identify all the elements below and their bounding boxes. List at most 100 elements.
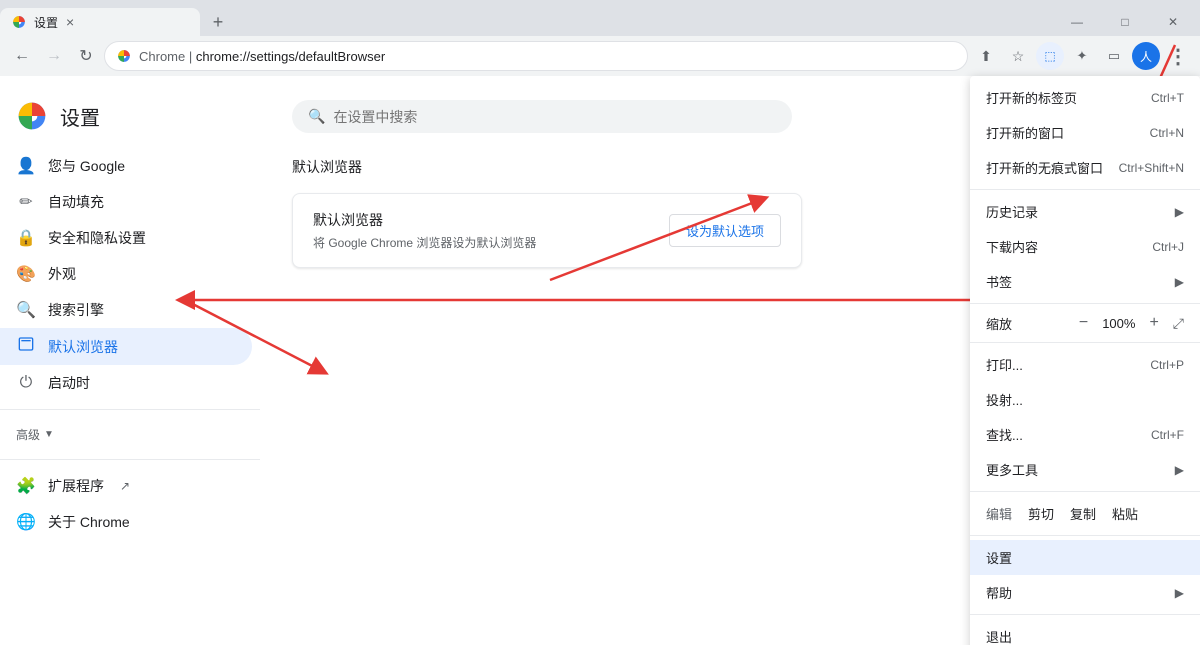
site-favicon <box>117 49 131 63</box>
sidebar-item-autofill[interactable]: ✏ 自动填充 <box>0 184 252 220</box>
menu-item-cast[interactable]: 投射... <box>970 382 1200 417</box>
search-input[interactable] <box>333 109 776 125</box>
paste-button[interactable]: 粘贴 <box>1112 504 1138 523</box>
new-window-label: 打开新的窗口 <box>986 123 1064 142</box>
sidebar-item-privacy[interactable]: 🔒 安全和隐私设置 <box>0 220 252 256</box>
sidebar-item-default-browser[interactable]: 默认浏览器 <box>0 328 252 365</box>
card-title: 默认浏览器 <box>313 210 536 230</box>
print-shortcut: Ctrl+P <box>1150 358 1184 372</box>
sidebar-item-search[interactable]: 🔍 搜索引擎 <box>0 292 252 328</box>
chevron-down-icon: ▼ <box>44 429 54 440</box>
menu-item-find[interactable]: 查找... Ctrl+F <box>970 417 1200 452</box>
menu-item-history[interactable]: 历史记录 ▶ <box>970 194 1200 229</box>
refresh-button[interactable]: ↻ <box>72 42 100 70</box>
bookmark-icon: ☆ <box>1012 48 1025 65</box>
menu-button[interactable]: ⋮ <box>1164 42 1192 70</box>
sidebar-header: 设置 <box>0 92 260 148</box>
minimize-button[interactable]: — <box>1054 8 1100 36</box>
profile-nav-icon: 👤 <box>16 156 36 176</box>
back-icon: ← <box>14 47 30 65</box>
startup-icon: ⏻ <box>16 374 36 392</box>
zoom-expand-icon[interactable]: ⤢ <box>1173 315 1184 332</box>
zoom-in-button[interactable]: + <box>1143 312 1164 334</box>
copy-button[interactable]: 复制 <box>1070 504 1096 523</box>
menu-item-edit-row: 编辑 剪切 复制 粘贴 <box>970 496 1200 531</box>
bookmarks-label: 书签 <box>986 272 1012 291</box>
sidebar-item-label-profile: 您与 Google <box>48 156 125 176</box>
menu-divider-3 <box>970 342 1200 343</box>
back-button[interactable]: ← <box>8 42 36 70</box>
tab-title: 设置 <box>34 14 58 31</box>
cast-label: 投射... <box>986 390 1023 409</box>
sidebar-item-label-autofill: 自动填充 <box>48 192 104 212</box>
appearance-icon: 🎨 <box>16 264 36 284</box>
sidebar-item-about[interactable]: 🌐 关于 Chrome <box>0 504 260 540</box>
extensions-label: 扩展程序 <box>48 476 104 496</box>
forward-button[interactable]: → <box>40 42 68 70</box>
close-window-button[interactable]: ✕ <box>1150 8 1196 36</box>
tab-close-button[interactable]: × <box>66 14 74 30</box>
exit-label: 退出 <box>986 627 1012 645</box>
menu-item-new-tab[interactable]: 打开新的标签页 Ctrl+T <box>970 80 1200 115</box>
history-label: 历史记录 <box>986 202 1038 221</box>
maximize-button[interactable]: □ <box>1102 8 1148 36</box>
sidebar-item-appearance[interactable]: 🎨 外观 <box>0 256 252 292</box>
sidebar-item-label-appearance: 外观 <box>48 264 76 284</box>
sidebar-item-profile[interactable]: 👤 您与 Google <box>0 148 252 184</box>
menu-item-more-tools[interactable]: 更多工具 ▶ <box>970 452 1200 487</box>
find-shortcut: Ctrl+F <box>1151 428 1184 442</box>
menu-item-settings[interactable]: 设置 <box>970 540 1200 575</box>
privacy-icon: 🔒 <box>16 228 36 248</box>
sidebar-toggle-button[interactable]: ▭ <box>1100 42 1128 70</box>
zoom-label: 缩放 <box>986 314 1012 333</box>
new-tab-button[interactable]: + <box>204 8 232 36</box>
set-default-button[interactable]: 设为默认选项 <box>669 214 781 247</box>
cut-button[interactable]: 剪切 <box>1028 504 1054 523</box>
puzzle-icon: ✦ <box>1077 48 1088 64</box>
menu-item-help[interactable]: 帮助 ▶ <box>970 575 1200 610</box>
menu-item-exit[interactable]: 退出 <box>970 619 1200 645</box>
forward-icon: → <box>46 47 62 65</box>
sidebar-item-extensions[interactable]: 🧩 扩展程序 ↗ <box>0 468 260 504</box>
new-tab-shortcut: Ctrl+T <box>1151 91 1184 105</box>
menu-item-downloads[interactable]: 下载内容 Ctrl+J <box>970 229 1200 264</box>
menu-item-new-window[interactable]: 打开新的窗口 Ctrl+N <box>970 115 1200 150</box>
address-text: Chrome | chrome://settings/defaultBrowse… <box>139 49 385 64</box>
menu-item-bookmarks[interactable]: 书签 ▶ <box>970 264 1200 299</box>
about-icon: 🌐 <box>16 512 36 532</box>
sidebar-title: 设置 <box>60 102 100 131</box>
chrome-logo <box>16 100 48 132</box>
card-desc: 将 Google Chrome 浏览器设为默认浏览器 <box>313 234 536 251</box>
sidebar-divider <box>0 409 260 410</box>
context-menu: 打开新的标签页 Ctrl+T 打开新的窗口 Ctrl+N 打开新的无痕式窗口 C… <box>970 76 1200 645</box>
sidebar-advanced[interactable]: 高级 ▼ <box>0 418 260 451</box>
extension-button-2[interactable]: ✦ <box>1068 42 1096 70</box>
incognito-label: 打开新的无痕式窗口 <box>986 158 1103 177</box>
sidebar-divider-2 <box>0 459 260 460</box>
zoom-value: 100% <box>1102 316 1135 331</box>
external-link-icon: ↗ <box>120 479 130 493</box>
autofill-icon: ✏ <box>16 192 36 212</box>
extension-button-1[interactable]: ⬚ <box>1036 42 1064 70</box>
minimize-icon: — <box>1071 15 1083 29</box>
search-bar[interactable]: 🔍 <box>292 100 792 133</box>
address-bar[interactable]: Chrome | chrome://settings/defaultBrowse… <box>104 41 968 71</box>
zoom-out-button[interactable]: − <box>1073 312 1094 334</box>
advanced-label: 高级 <box>16 426 40 443</box>
menu-item-incognito[interactable]: 打开新的无痕式窗口 Ctrl+Shift+N <box>970 150 1200 185</box>
menu-divider-6 <box>970 614 1200 615</box>
sidebar-item-label-startup: 启动时 <box>48 373 90 393</box>
help-label: 帮助 <box>986 583 1012 602</box>
menu-item-print[interactable]: 打印... Ctrl+P <box>970 347 1200 382</box>
maximize-icon: □ <box>1121 15 1128 29</box>
sidebar-item-startup[interactable]: ⏻ 启动时 <box>0 365 252 401</box>
profile-button[interactable]: 人 <box>1132 42 1160 70</box>
default-browser-card: 默认浏览器 将 Google Chrome 浏览器设为默认浏览器 设为默认选项 <box>292 193 802 268</box>
bookmark-button[interactable]: ☆ <box>1004 42 1032 70</box>
card-info: 默认浏览器 将 Google Chrome 浏览器设为默认浏览器 <box>313 210 536 251</box>
bookmarks-arrow: ▶ <box>1175 275 1184 289</box>
active-tab[interactable]: 设置 × <box>0 8 200 36</box>
incognito-shortcut: Ctrl+Shift+N <box>1119 161 1184 175</box>
new-tab-label: 打开新的标签页 <box>986 88 1077 107</box>
share-button[interactable]: ⬆ <box>972 42 1000 70</box>
